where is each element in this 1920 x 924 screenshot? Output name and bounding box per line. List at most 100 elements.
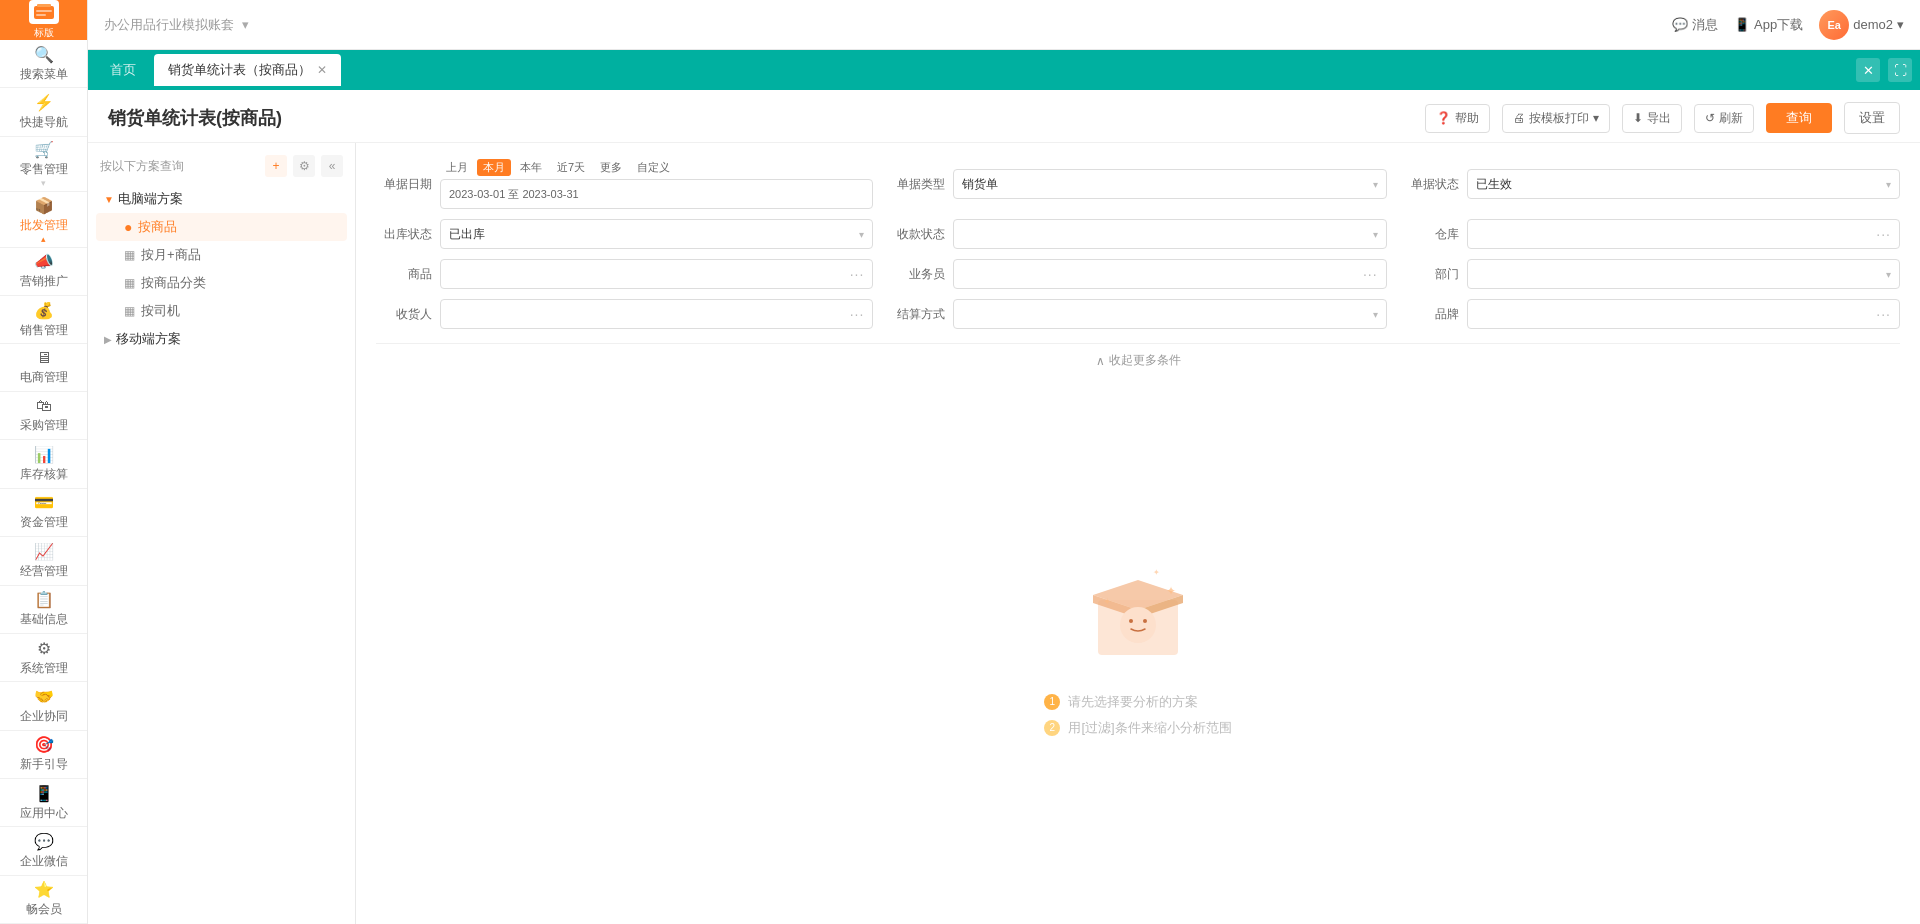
- user-area[interactable]: Ea demo2 ▾: [1819, 10, 1904, 40]
- help-btn[interactable]: ❓ 帮助: [1425, 104, 1490, 133]
- retail-expand-icon: ▾: [41, 178, 46, 188]
- filter-recipient: 收货人 ···: [376, 299, 873, 329]
- doc-type-input[interactable]: 销货单 ▾: [953, 169, 1386, 199]
- sidebar-item-enterprise[interactable]: 🤝 企业协同: [0, 682, 87, 730]
- sidebar-item-app-center[interactable]: 📱 应用中心: [0, 779, 87, 827]
- brand-dots[interactable]: ···: [1876, 306, 1891, 322]
- warehouse-label: 仓库: [1403, 226, 1459, 243]
- sidebar-item-retail[interactable]: 🛒 零售管理 ▾: [0, 137, 87, 193]
- sidebar-item-label-wechat: 企业微信: [20, 853, 68, 870]
- sidebar-item-sales[interactable]: 💰 销售管理: [0, 296, 87, 344]
- sidebar-item-inventory[interactable]: 📊 库存核算: [0, 440, 87, 488]
- date-pill-last-month[interactable]: 上月: [440, 159, 474, 176]
- sidebar-item-base-info[interactable]: 📋 基础信息: [0, 586, 87, 634]
- tree-child-by-category[interactable]: ▦ 按商品分类: [96, 269, 347, 297]
- quick-nav-icon: ⚡: [34, 93, 54, 112]
- sidebar-item-ecom[interactable]: 🖥 电商管理: [0, 344, 87, 392]
- date-pill-more[interactable]: 更多: [594, 159, 628, 176]
- left-panel-title: 按以下方案查询: [100, 158, 184, 175]
- export-btn[interactable]: ⬇ 导出: [1622, 104, 1682, 133]
- date-pill-this-year[interactable]: 本年: [514, 159, 548, 176]
- query-btn[interactable]: 查询: [1766, 103, 1832, 133]
- tree-child-by-cashier[interactable]: ▦ 按司机: [96, 297, 347, 325]
- payment-status-input[interactable]: ▾: [953, 219, 1386, 249]
- product-dots[interactable]: ···: [850, 266, 865, 282]
- recipient-dots[interactable]: ···: [850, 306, 865, 322]
- filter-doc-type: 单据类型 销货单 ▾: [889, 159, 1386, 209]
- sidebar-item-label-inventory: 库存核算: [20, 466, 68, 483]
- sidebar-item-marketing[interactable]: 📣 营销推广: [0, 248, 87, 296]
- filter-brand: 品牌 ···: [1403, 299, 1900, 329]
- sidebar-item-search-menu[interactable]: 🔍 搜索菜单: [0, 40, 87, 88]
- username: demo2: [1853, 17, 1893, 32]
- sidebar-item-vip[interactable]: ⭐ 畅会员: [0, 876, 87, 924]
- tree-expand-desktop-icon: ▼: [104, 194, 114, 205]
- page-content: 销货单统计表(按商品) ❓ 帮助 🖨 按模板打印 ▾ ⬇ 导出 ↺ 刷新: [88, 90, 1920, 924]
- by-product-icon: ●: [124, 219, 132, 235]
- hint-text-1: 请先选择要分析的方案: [1068, 689, 1198, 715]
- sidebar-item-corp-wechat[interactable]: 💬 企业微信: [0, 827, 87, 875]
- page-actions: ❓ 帮助 🖨 按模板打印 ▾ ⬇ 导出 ↺ 刷新 查询 设置: [1425, 102, 1900, 134]
- purchase-icon: 🛍: [36, 397, 52, 415]
- tab-home[interactable]: 首页: [96, 54, 150, 86]
- warehouse-input[interactable]: ···: [1467, 219, 1900, 249]
- by-month-product-icon: ▦: [124, 248, 135, 262]
- settings-btn[interactable]: 设置: [1844, 102, 1900, 134]
- department-input[interactable]: ▾: [1467, 259, 1900, 289]
- payment-method-input[interactable]: ▾: [953, 299, 1386, 329]
- product-input[interactable]: ···: [440, 259, 873, 289]
- message-btn[interactable]: 💬 消息: [1672, 16, 1718, 34]
- date-pill-custom[interactable]: 自定义: [631, 159, 676, 176]
- print-btn[interactable]: 🖨 按模板打印 ▾: [1502, 104, 1610, 133]
- tab-close-all-btn[interactable]: ✕: [1856, 58, 1880, 82]
- tree-parent-desktop-label: 电脑端方案: [118, 190, 183, 208]
- salesperson-input[interactable]: ···: [953, 259, 1386, 289]
- date-pill-7days[interactable]: 近7天: [551, 159, 591, 176]
- sidebar-item-operations[interactable]: 📈 经营管理: [0, 537, 87, 585]
- wh-status-input[interactable]: 已出库 ▾: [440, 219, 873, 249]
- sidebar-item-label-retail: 零售管理: [20, 161, 68, 178]
- warehouse-dots[interactable]: ···: [1876, 226, 1891, 242]
- hint-num-2: 2: [1044, 720, 1060, 736]
- refresh-btn[interactable]: ↺ 刷新: [1694, 104, 1754, 133]
- filter-payment-status: 收款状态 ▾: [889, 219, 1386, 249]
- sidebar-item-label-finance: 资金管理: [20, 514, 68, 531]
- settings-scheme-btn[interactable]: ⚙: [293, 155, 315, 177]
- tab-home-label: 首页: [110, 61, 136, 79]
- sidebar-item-quick-nav[interactable]: ⚡ 快捷导航: [0, 88, 87, 136]
- doc-status-input[interactable]: 已生效 ▾: [1467, 169, 1900, 199]
- logo: 标版: [0, 0, 87, 40]
- empty-state: ✦ ✦ ✦ 1 请先选择要分析的方案 2 用[过滤]条件来缩小分析范围: [376, 377, 1900, 908]
- tree-parent-mobile[interactable]: ▶ 移动端方案: [96, 325, 347, 353]
- header-dropdown-icon[interactable]: ▾: [242, 17, 249, 32]
- tree-child-by-product[interactable]: ● 按商品: [96, 213, 347, 241]
- enterprise-icon: 🤝: [34, 687, 54, 706]
- tree-child-by-month-product[interactable]: ▦ 按月+商品: [96, 241, 347, 269]
- collapse-btn[interactable]: ∧ 收起更多条件: [376, 343, 1900, 377]
- recipient-input[interactable]: ···: [440, 299, 873, 329]
- date-range-input[interactable]: 2023-03-01 至 2023-03-31: [440, 179, 873, 209]
- sidebar-item-sys-mgmt[interactable]: ⚙ 系统管理: [0, 634, 87, 682]
- tab-expand-btn[interactable]: ⛶: [1888, 58, 1912, 82]
- page-header: 销货单统计表(按商品) ❓ 帮助 🖨 按模板打印 ▾ ⬇ 导出 ↺ 刷新: [88, 90, 1920, 143]
- tree-parent-desktop[interactable]: ▼ 电脑端方案: [96, 185, 347, 213]
- app-download-btn[interactable]: 📱 App下载: [1734, 16, 1803, 34]
- tab-close-icon[interactable]: ✕: [317, 64, 327, 76]
- sidebar-item-finance[interactable]: 💳 资金管理: [0, 489, 87, 537]
- filter-row-1: 单据日期 上月 本月 本年 近7天 更多 自定义 2023-: [376, 159, 1900, 209]
- body-layout: 按以下方案查询 + ⚙ « ▼ 电脑端方案 ● 按商品: [88, 143, 1920, 924]
- wh-status-label: 出库状态: [376, 226, 432, 243]
- salesperson-dots[interactable]: ···: [1363, 266, 1378, 282]
- collapse-panel-btn[interactable]: «: [321, 155, 343, 177]
- tab-sales-stat[interactable]: 销货单统计表（按商品） ✕: [154, 54, 341, 86]
- page-title: 销货单统计表(按商品): [108, 106, 282, 130]
- sidebar-item-guide[interactable]: 🎯 新手引导: [0, 731, 87, 779]
- date-pill-this-month[interactable]: 本月: [477, 159, 511, 176]
- sidebar-item-purchase[interactable]: 🛍 采购管理: [0, 392, 87, 440]
- svg-point-7: [1143, 619, 1147, 623]
- brand-input[interactable]: ···: [1467, 299, 1900, 329]
- sidebar-item-wholesale[interactable]: 📦 批发管理 ▴: [0, 192, 87, 248]
- sidebar: 标版 🔍 搜索菜单 ⚡ 快捷导航 🛒 零售管理 ▾ 📦 批发管理 ▴ 📣 营销推…: [0, 0, 88, 924]
- filter-row-4: 收货人 ··· 结算方式 ▾: [376, 299, 1900, 329]
- add-scheme-btn[interactable]: +: [265, 155, 287, 177]
